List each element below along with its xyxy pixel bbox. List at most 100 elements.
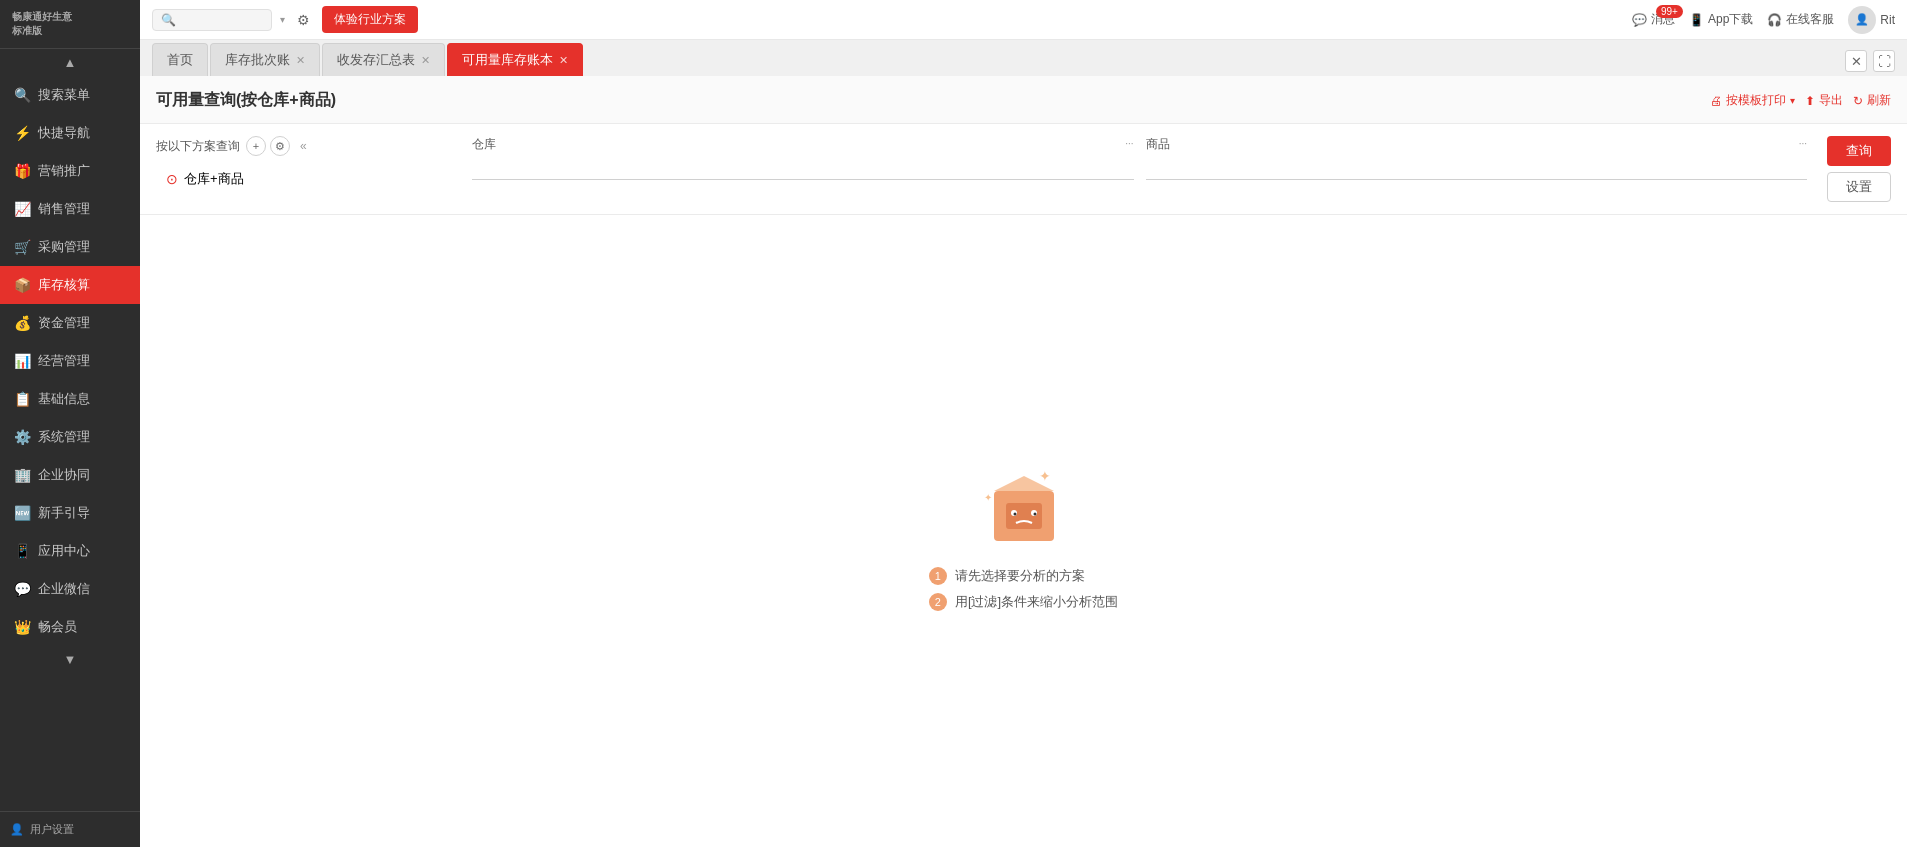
industry-solution-button[interactable]: 体验行业方案 [322,6,418,33]
tab-home-label: 首页 [167,51,193,69]
tab-recv-label: 收发存汇总表 [337,51,415,69]
topbar-search-box[interactable]: 🔍 [152,9,272,31]
sidebar-item-label: 新手引导 [38,504,90,522]
sidebar-item-search[interactable]: 🔍 搜索菜单 [0,76,140,114]
avatar-text: 👤 [1855,13,1869,26]
export-button[interactable]: ⬆ 导出 [1805,92,1843,109]
tip-2-text: 用[过滤]条件来缩小分析范围 [955,593,1118,611]
sidebar-item-label: 营销推广 [38,162,90,180]
customer-service-item[interactable]: 🎧 在线客服 [1767,11,1834,28]
tab-expand-button[interactable]: ⛶ [1873,50,1895,72]
add-scheme-button[interactable]: + [246,136,266,156]
sidebar-item-enterprise[interactable]: 🏢 企业协同 [0,456,140,494]
sidebar-item-label: 系统管理 [38,428,90,446]
svg-point-6 [1033,513,1036,516]
sidebar-item-marketing[interactable]: 🎁 营销推广 [0,152,140,190]
print-icon: 🖨 [1710,94,1722,108]
sidebar-item-sales[interactable]: 📈 销售管理 [0,190,140,228]
scheme-item-warehouse-product[interactable]: ⊙ 仓库+商品 [156,164,456,194]
topbar: 🔍 ▾ ⚙ 体验行业方案 💬 消息 99+ 📱 App下载 🎧 在线客服 👤 [140,0,1907,40]
warehouse-more-button[interactable]: ··· [1125,138,1133,149]
app-download-item[interactable]: 📱 App下载 [1689,11,1753,28]
search-icon: 🔍 [161,13,176,27]
finance-icon: 💰 [14,315,30,331]
filter-scheme-actions: + ⚙ [246,136,290,156]
collapse-scheme-icon[interactable]: « [300,139,307,153]
export-label: 导出 [1819,92,1843,109]
refresh-label: 刷新 [1867,92,1891,109]
tab-recv-summary[interactable]: 收发存汇总表 ✕ [322,43,445,76]
search-input[interactable] [180,13,260,27]
product-more-button[interactable]: ··· [1799,138,1807,149]
tab-recv-close-icon[interactable]: ✕ [421,54,430,67]
export-icon: ⬆ [1805,94,1815,108]
sidebar-item-quicknav[interactable]: ⚡ 快捷导航 [0,114,140,152]
sidebar-footer[interactable]: 👤 用户设置 [0,811,140,847]
page-content: 可用量查询(按仓库+商品) 🖨 按模板打印 ▾ ⬆ 导出 ↻ 刷新 [140,76,1907,847]
sidebar-item-operations[interactable]: 📊 经营管理 [0,342,140,380]
sidebar-item-label: 搜索菜单 [38,86,90,104]
main-area: 🔍 ▾ ⚙ 体验行业方案 💬 消息 99+ 📱 App下载 🎧 在线客服 👤 [140,0,1907,847]
tab-batch-label: 库存批次账 [225,51,290,69]
refresh-button[interactable]: ↻ 刷新 [1853,92,1891,109]
sidebar-item-enterwx[interactable]: 💬 企业微信 [0,570,140,608]
sidebar-item-system[interactable]: ⚙️ 系统管理 [0,418,140,456]
sidebar-item-label: 资金管理 [38,314,90,332]
tab-close-button[interactable]: ✕ [1845,50,1867,72]
query-button[interactable]: 查询 [1827,136,1891,166]
warehouse-input[interactable] [472,157,1134,180]
app-edition: 标准版 [12,24,128,38]
enterwx-icon: 💬 [14,581,30,597]
template-print-button[interactable]: 🖨 按模板打印 ▾ [1710,92,1795,109]
dropdown-arrow-icon[interactable]: ▾ [280,14,285,25]
sidebar-item-label: 快捷导航 [38,124,90,142]
expand-icon: ⛶ [1878,54,1891,69]
sidebar-scroll-up[interactable]: ▲ [0,49,140,76]
filter-scheme-header: 按以下方案查询 + ⚙ « [156,136,456,156]
notification-item[interactable]: 💬 消息 99+ [1632,11,1675,28]
sidebar-item-label: 应用中心 [38,542,90,560]
empty-tip-1: 1 请先选择要分析的方案 [929,567,1118,585]
settings-button[interactable]: 设置 [1827,172,1891,202]
product-input[interactable] [1146,157,1808,180]
sidebar-item-appcenter[interactable]: 📱 应用中心 [0,532,140,570]
settings-icon[interactable]: ⚙ [297,12,310,28]
print-dropdown-icon[interactable]: ▾ [1790,95,1795,106]
user-profile-item[interactable]: 👤 Rit [1848,6,1895,34]
empty-tips: 1 请先选择要分析的方案 2 用[过滤]条件来缩小分析范围 [929,567,1118,611]
sidebar-item-inventory[interactable]: 📦 库存核算 [0,266,140,304]
tab-batch-close-icon[interactable]: ✕ [296,54,305,67]
settings-scheme-button[interactable]: ⚙ [270,136,290,156]
sidebar-scroll-down[interactable]: ▼ [0,646,140,673]
enterprise-icon: 🏢 [14,467,30,483]
user-icon: 👤 [10,823,24,836]
sidebar-item-label: 基础信息 [38,390,90,408]
tabs-actions: ✕ ⛶ [1845,50,1895,76]
footer-username: 用户设置 [30,822,74,837]
page-title: 可用量查询(按仓库+商品) [156,90,336,111]
filter-fields: 仓库 ··· 商品 ··· 查询 设置 [472,136,1891,202]
sidebar-item-newguide[interactable]: 🆕 新手引导 [0,494,140,532]
empty-state: ✦ ✦ 1 请先选择要分析的方案 2 用[过滤]条件来缩小分析范围 [140,215,1907,847]
marketing-icon: 🎁 [14,163,30,179]
sidebar-item-basicinfo[interactable]: 📋 基础信息 [0,380,140,418]
filter-action-buttons: 查询 设置 [1827,136,1891,202]
empty-tip-2: 2 用[过滤]条件来缩小分析范围 [929,593,1118,611]
sidebar-item-membership[interactable]: 👑 畅会员 [0,608,140,646]
notification-badge: 99+ [1656,5,1683,18]
sales-icon: 📈 [14,201,30,217]
filter-area: 按以下方案查询 + ⚙ « ⊙ 仓库+商品 仓库 ··· [140,124,1907,215]
tab-available-qty[interactable]: 可用量库存账本 ✕ [447,43,583,76]
sidebar-item-finance[interactable]: 💰 资金管理 [0,304,140,342]
filter-scheme-panel: 按以下方案查询 + ⚙ « ⊙ 仓库+商品 [156,136,456,202]
sidebar-item-purchase[interactable]: 🛒 采购管理 [0,228,140,266]
tab-available-close-icon[interactable]: ✕ [559,54,568,67]
close-icon: ✕ [1851,54,1862,69]
page-header-actions: 🖨 按模板打印 ▾ ⬆ 导出 ↻ 刷新 [1710,92,1891,109]
system-icon: ⚙️ [14,429,30,445]
tab-batch-account[interactable]: 库存批次账 ✕ [210,43,320,76]
headset-icon: 🎧 [1767,13,1782,27]
tab-home[interactable]: 首页 [152,43,208,76]
search-menu-icon: 🔍 [14,87,30,103]
scheme-item-icon: ⊙ [166,171,178,187]
